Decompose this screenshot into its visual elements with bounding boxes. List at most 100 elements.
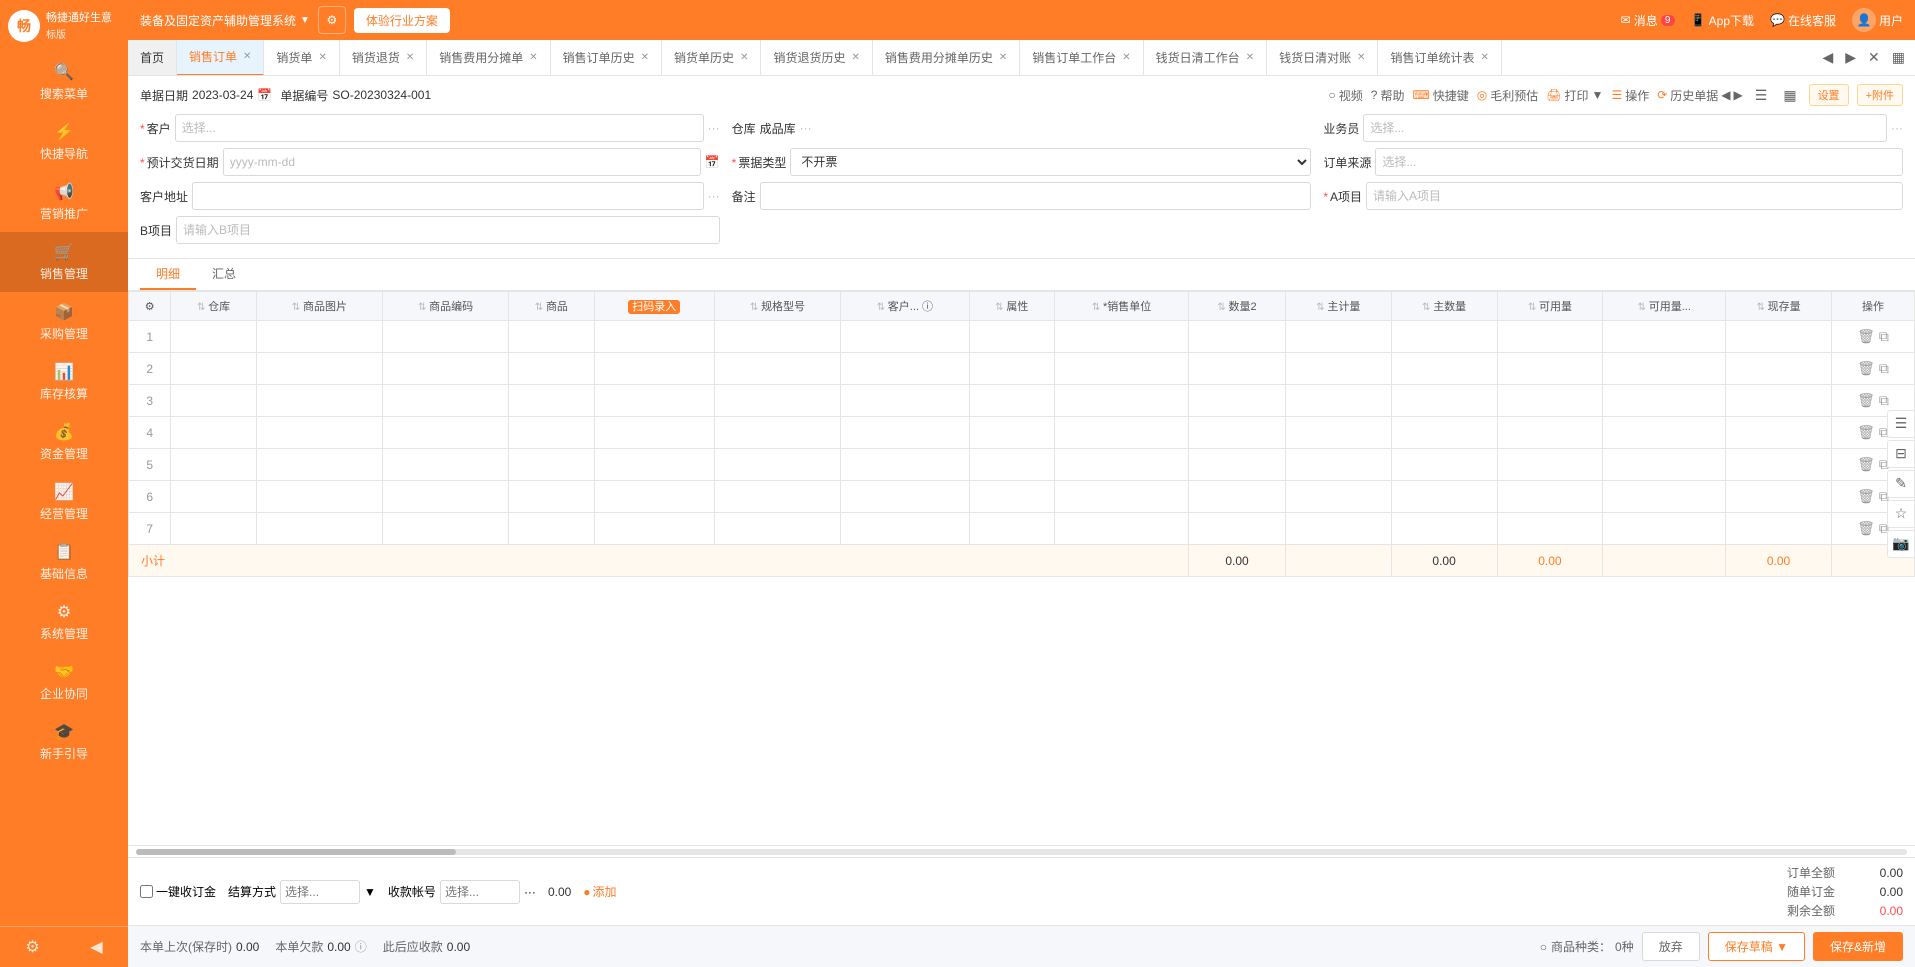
cell-warehouse[interactable] [171, 353, 256, 385]
tab-close-icon[interactable]: ✕ [1122, 52, 1130, 63]
col-unit[interactable]: *销售单位 [1054, 292, 1188, 321]
cell-qty2[interactable] [1189, 513, 1286, 545]
cell-attr[interactable] [969, 449, 1054, 481]
calendar-icon[interactable]: 📅 [257, 88, 272, 102]
cell-qty2[interactable] [1189, 417, 1286, 449]
cell-scan[interactable] [594, 321, 714, 353]
delete-row-btn[interactable]: 🗑 [1857, 328, 1875, 345]
tab-sales-out[interactable]: 销货单 ✕ [264, 40, 339, 76]
col-customer-code[interactable]: 客户... ⓘ [841, 292, 969, 321]
message-btn[interactable]: ✉ 消息 9 [1621, 12, 1675, 29]
tab-close-icon[interactable]: ✕ [318, 52, 326, 63]
cell-avail2[interactable] [1603, 353, 1726, 385]
warehouse-dots-icon[interactable]: ··· [800, 121, 812, 135]
cell-product[interactable] [509, 481, 594, 513]
sidebar-item-basic[interactable]: 📋 基础信息 [0, 532, 128, 592]
cell-product[interactable] [509, 449, 594, 481]
cell-avail[interactable] [1497, 417, 1603, 449]
cell-image[interactable] [256, 449, 382, 481]
cell-main-qty[interactable] [1391, 449, 1497, 481]
cell-current[interactable] [1726, 481, 1832, 513]
cell-code[interactable] [382, 481, 508, 513]
collapse-footer-btn[interactable]: ◀ [90, 937, 102, 957]
tab-daily-workbench[interactable]: 钱货日清工作台 ✕ [1144, 40, 1267, 76]
tab-close-icon[interactable]: ✕ [1246, 52, 1254, 63]
tab-return-history[interactable]: 销货退货历史 ✕ [761, 40, 872, 76]
cell-code[interactable] [382, 353, 508, 385]
cell-spec[interactable] [714, 321, 840, 353]
cell-code[interactable] [382, 321, 508, 353]
cell-image[interactable] [256, 417, 382, 449]
cell-qty2[interactable] [1189, 449, 1286, 481]
cell-attr[interactable] [969, 513, 1054, 545]
cell-customer-code[interactable] [841, 449, 969, 481]
sidebar-item-quicknav[interactable]: ⚡ 快捷导航 [0, 112, 128, 172]
cell-spec[interactable] [714, 417, 840, 449]
table-scroll-bar[interactable] [128, 845, 1915, 857]
cell-qty2[interactable] [1189, 385, 1286, 417]
cell-spec[interactable] [714, 449, 840, 481]
cell-main-unit[interactable] [1285, 321, 1391, 353]
copy-row-btn[interactable]: ⧉ [1879, 328, 1889, 345]
cell-customer-code[interactable] [841, 385, 969, 417]
cell-qty2[interactable] [1189, 353, 1286, 385]
bank-dots-icon[interactable]: ··· [524, 885, 536, 899]
tab-fee-split[interactable]: 销售费用分摊单 ✕ [427, 40, 550, 76]
cell-code[interactable] [382, 417, 508, 449]
cell-code[interactable] [382, 385, 508, 417]
ops-btn[interactable]: ☰ 操作 [1611, 87, 1649, 104]
cell-warehouse[interactable] [171, 449, 256, 481]
cell-avail2[interactable] [1603, 481, 1726, 513]
cell-unit[interactable] [1054, 321, 1188, 353]
cell-product[interactable] [509, 513, 594, 545]
credit-help-icon[interactable]: ⓘ [355, 938, 367, 955]
system-gear-btn[interactable]: ⚙ [318, 6, 346, 34]
cell-spec[interactable] [714, 481, 840, 513]
remark-input[interactable] [760, 182, 1312, 210]
attach-btn[interactable]: +附件 [1857, 84, 1903, 106]
cell-main-unit[interactable] [1285, 417, 1391, 449]
profit-btn[interactable]: ◎ 毛利预估 [1477, 87, 1539, 104]
cell-current[interactable] [1726, 449, 1832, 481]
staff-dots-icon[interactable]: ··· [1891, 121, 1903, 135]
delete-row-btn[interactable]: 🗑 [1857, 456, 1875, 473]
float-grid-btn[interactable]: ☰ [1887, 410, 1915, 438]
ticket-select[interactable]: 不开票 [790, 148, 1311, 176]
delete-row-btn[interactable]: 🗑 [1857, 424, 1875, 441]
draft-btn[interactable]: 保存草稿 ▼ [1708, 932, 1805, 961]
sidebar-item-finance[interactable]: 💰 资金管理 [0, 412, 128, 472]
cell-product[interactable] [509, 353, 594, 385]
cell-spec[interactable] [714, 353, 840, 385]
form-compact-toggle[interactable]: ▦ [1779, 85, 1800, 106]
view-btn[interactable]: ○ 视频 [1328, 87, 1362, 104]
cell-main-unit[interactable] [1285, 385, 1391, 417]
form-view-toggle[interactable]: ☰ [1751, 85, 1772, 106]
cell-attr[interactable] [969, 353, 1054, 385]
cell-avail[interactable] [1497, 321, 1603, 353]
cell-unit[interactable] [1054, 417, 1188, 449]
one-click-checkbox[interactable] [140, 885, 153, 898]
col-scan[interactable]: 扫码录入 [594, 292, 714, 321]
delete-row-btn[interactable]: 🗑 [1857, 360, 1875, 377]
discard-btn[interactable]: 放弃 [1642, 932, 1700, 961]
address-input[interactable] [192, 182, 704, 210]
cell-current[interactable] [1726, 321, 1832, 353]
cell-scan[interactable] [594, 353, 714, 385]
delete-row-btn[interactable]: 🗑 [1857, 392, 1875, 409]
staff-input[interactable] [1363, 114, 1887, 142]
cell-image[interactable] [256, 481, 382, 513]
cell-image[interactable] [256, 321, 382, 353]
cell-avail[interactable] [1497, 385, 1603, 417]
sidebar-item-corp[interactable]: 🤝 企业协同 [0, 652, 128, 712]
hist-prev-icon[interactable]: ◀ [1721, 88, 1730, 102]
save-new-btn[interactable]: 保存&新增 [1813, 932, 1903, 961]
bank-account-input[interactable] [440, 880, 520, 904]
sidebar-item-operations[interactable]: 📈 经营管理 [0, 472, 128, 532]
cell-warehouse[interactable] [171, 481, 256, 513]
tab-close-icon[interactable]: ✕ [529, 52, 537, 63]
cell-product[interactable] [509, 417, 594, 449]
col-warehouse[interactable]: 仓库 [171, 292, 256, 321]
col-avail2[interactable]: 可用量... [1603, 292, 1726, 321]
cell-unit[interactable] [1054, 481, 1188, 513]
cell-main-qty[interactable] [1391, 417, 1497, 449]
